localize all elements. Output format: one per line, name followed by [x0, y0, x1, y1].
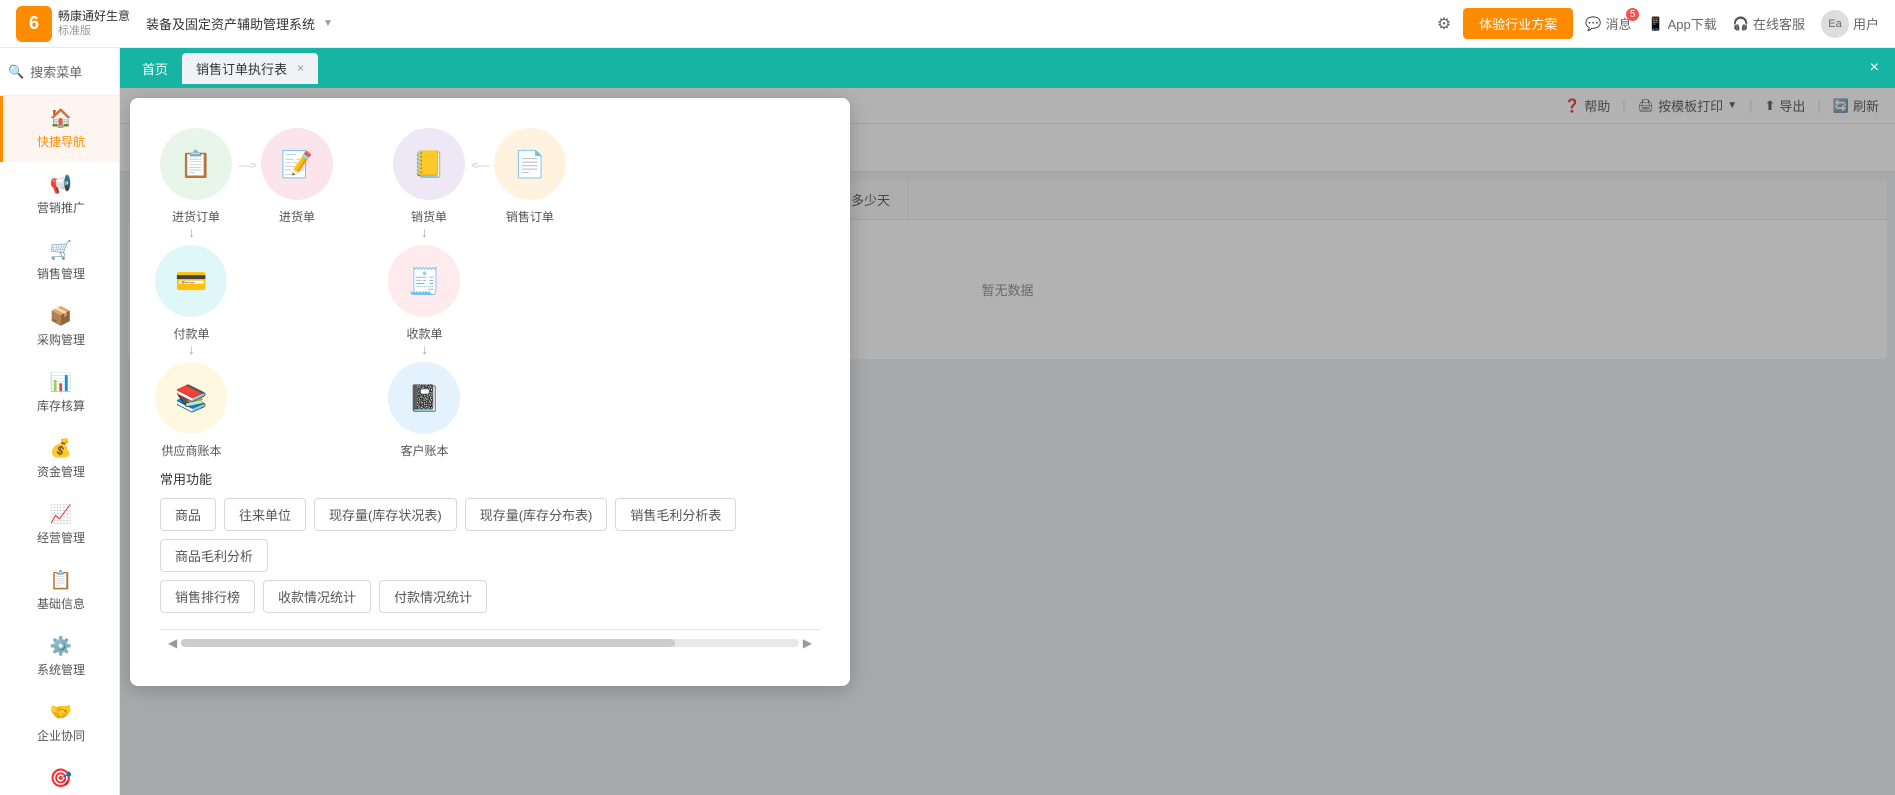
purchase-order-circle: 📋 — [160, 128, 232, 200]
common-functions-title: 常用功能 — [160, 469, 820, 488]
brand-name: 畅康通好生意 标准版 — [58, 9, 130, 39]
message-icon: 💬 — [1585, 16, 1601, 32]
flow-customer-ledger[interactable]: 📓 客户账本 — [388, 362, 460, 459]
common-btn-sales-gross-analysis[interactable]: 销售毛利分析表 — [615, 498, 736, 531]
common-btn-inventory-status[interactable]: 现存量(库存状况表) — [314, 498, 457, 531]
flow-payment-bill[interactable]: 💳 付款单 — [155, 245, 227, 342]
content-area: 首页 销售订单执行表 × × ❓ 帮助 | � — [120, 48, 1895, 795]
scrollbar-area: ◀ ▶ — [160, 629, 820, 656]
common-btn-product[interactable]: 商品 — [160, 498, 216, 531]
top-right-actions: 💬 消息 5 📱 App下载 🎧 在线客服 Ea 用户 — [1585, 10, 1879, 38]
user-action[interactable]: Ea 用户 — [1821, 10, 1879, 38]
sidebar-item-basic-info[interactable]: 📋 基础信息 — [0, 558, 119, 624]
marketing-icon: 📢 — [50, 174, 72, 195]
enterprise-icon: 🤝 — [50, 702, 72, 723]
avatar: Ea — [1821, 10, 1849, 38]
flow-purchase-order[interactable]: 📋 进货订单 — [160, 128, 232, 225]
sidebar-item-inventory[interactable]: 📊 库存核算 — [0, 360, 119, 426]
supplier-ledger-label: 供应商账本 — [161, 442, 221, 459]
system-icon: ⚙️ — [50, 636, 72, 657]
scroll-right-arrow[interactable]: ▶ — [803, 636, 812, 650]
guide-icon: 🎯 — [50, 768, 72, 789]
sidebar-item-system[interactable]: ⚙️ 系统管理 — [0, 624, 119, 690]
mobile-icon: 📱 — [1647, 16, 1663, 32]
message-badge: 5 — [1626, 8, 1640, 21]
main-area: 🔍 搜索菜单 🏠 快捷导航 📢 营销推广 🛒 销售管理 📦 采购管理 — [0, 48, 1895, 795]
basic-info-icon: 📋 — [50, 570, 72, 591]
inventory-icon: 📊 — [50, 372, 72, 393]
brand-logo: 6 — [16, 6, 52, 42]
operations-icon: 📈 — [50, 504, 72, 525]
common-functions-section: 常用功能 商品 往来单位 现存量(库存状况表) 现存量(库存分布表) 销售毛利分… — [160, 469, 820, 613]
common-btn-receipt-stats[interactable]: 收款情况统计 — [263, 580, 371, 613]
sidebar-item-sales[interactable]: 🛒 销售管理 — [0, 228, 119, 294]
sidebar-item-finance[interactable]: 💰 资金管理 — [0, 426, 119, 492]
scroll-left-arrow[interactable]: ◀ — [168, 636, 177, 650]
flow-sales-bill[interactable]: 📒 销货单 — [393, 128, 465, 225]
home-icon: 🏠 — [50, 108, 72, 129]
sidebar-item-marketing[interactable]: 📢 营销推广 — [0, 162, 119, 228]
sales-bill-label: 销货单 — [411, 208, 447, 225]
receipt-bill-label: 收款单 — [406, 325, 442, 342]
window-close-icon[interactable]: × — [1862, 59, 1887, 77]
sidebar-item-quick-nav[interactable]: 🏠 快捷导航 — [0, 96, 119, 162]
sidebar-item-enterprise[interactable]: 🤝 企业协同 — [0, 690, 119, 756]
sales-order-circle: 📄 — [494, 128, 566, 200]
message-action[interactable]: 💬 消息 5 — [1585, 14, 1631, 33]
sales-icon: 🛒 — [50, 240, 72, 261]
app-root: 6 畅康通好生意 标准版 装备及固定资产辅助管理系统 ▼ ⚙ 体验行业方案 💬 … — [0, 0, 1895, 795]
common-btn-sales-ranking[interactable]: 销售排行榜 — [160, 580, 255, 613]
purchase-order-label: 进货订单 — [172, 208, 220, 225]
flow-sales-order[interactable]: 📄 销售订单 — [494, 128, 566, 225]
content-body: ❓ 帮助 | 🖨 按模板打印 ▼ | ⬆ 导出 | — [120, 88, 1895, 795]
tab-sales-order[interactable]: 销售订单执行表 × — [182, 53, 318, 84]
tab-bar: 首页 销售订单执行表 × × — [120, 48, 1895, 88]
top-bar: 6 畅康通好生意 标准版 装备及固定资产辅助管理系统 ▼ ⚙ 体验行业方案 💬 … — [0, 0, 1895, 48]
modal-overlay[interactable]: 📋 进货订单 - - - - -> 📝 进货单 — [120, 88, 1895, 795]
sales-order-label: 销售订单 — [506, 208, 554, 225]
search-icon: 🔍 — [8, 64, 24, 80]
system-dropdown-arrow[interactable]: ▼ — [323, 18, 333, 29]
brand-logo-icon: 6 — [29, 13, 39, 34]
app-download-action[interactable]: 📱 App下载 — [1647, 14, 1716, 33]
payment-bill-label: 付款单 — [173, 325, 209, 342]
common-buttons-row-2: 销售排行榜 收款情况统计 付款情况统计 — [160, 580, 820, 613]
flow-supplier-ledger[interactable]: 📚 供应商账本 — [155, 362, 227, 459]
customer-ledger-label: 客户账本 — [400, 442, 448, 459]
flow-receipt-bill[interactable]: 🧾 收款单 — [388, 245, 460, 342]
customer-ledger-circle: 📓 — [388, 362, 460, 434]
sales-bill-circle: 📒 — [393, 128, 465, 200]
finance-icon: 💰 — [50, 438, 72, 459]
system-title-area: 装备及固定资产辅助管理系统 ▼ — [146, 14, 1425, 33]
scroll-track[interactable] — [181, 639, 799, 647]
sidebar-item-purchase[interactable]: 📦 采购管理 — [0, 294, 119, 360]
settings-icon[interactable]: ⚙ — [1437, 14, 1451, 34]
receipt-bill-circle: 🧾 — [388, 245, 460, 317]
headset-icon: 🎧 — [1733, 16, 1749, 32]
purchase-bill-label: 进货单 — [279, 208, 315, 225]
brand: 6 畅康通好生意 标准版 — [16, 6, 134, 42]
trial-button[interactable]: 体验行业方案 — [1463, 8, 1573, 39]
payment-bill-circle: 💳 — [155, 245, 227, 317]
online-service-action[interactable]: 🎧 在线客服 — [1733, 14, 1805, 33]
quick-nav-modal: 📋 进货订单 - - - - -> 📝 进货单 — [130, 98, 850, 686]
common-btn-payment-stats[interactable]: 付款情况统计 — [379, 580, 487, 613]
purchase-bill-circle: 📝 — [261, 128, 333, 200]
tab-close-icon[interactable]: × — [297, 61, 304, 75]
sidebar-item-guide[interactable]: 🎯 新手引导 — [0, 756, 119, 795]
supplier-ledger-circle: 📚 — [155, 362, 227, 434]
search-menu-btn[interactable]: 🔍 搜索菜单 — [8, 58, 111, 85]
tab-home[interactable]: 首页 — [128, 53, 182, 84]
common-buttons-row-1: 商品 往来单位 现存量(库存状况表) 现存量(库存分布表) 销售毛利分析表 商品… — [160, 498, 820, 572]
purchase-icon: 📦 — [50, 306, 72, 327]
sidebar-search-area[interactable]: 🔍 搜索菜单 — [0, 48, 119, 96]
common-btn-inventory-dist[interactable]: 现存量(库存分布表) — [465, 498, 608, 531]
flow-purchase-bill[interactable]: 📝 进货单 — [261, 128, 333, 225]
common-btn-contacts[interactable]: 往来单位 — [224, 498, 306, 531]
sidebar-item-operations[interactable]: 📈 经营管理 — [0, 492, 119, 558]
common-btn-product-gross-analysis[interactable]: 商品毛利分析 — [160, 539, 268, 572]
sidebar: 🔍 搜索菜单 🏠 快捷导航 📢 营销推广 🛒 销售管理 📦 采购管理 — [0, 48, 120, 795]
system-title-text: 装备及固定资产辅助管理系统 — [146, 14, 315, 33]
